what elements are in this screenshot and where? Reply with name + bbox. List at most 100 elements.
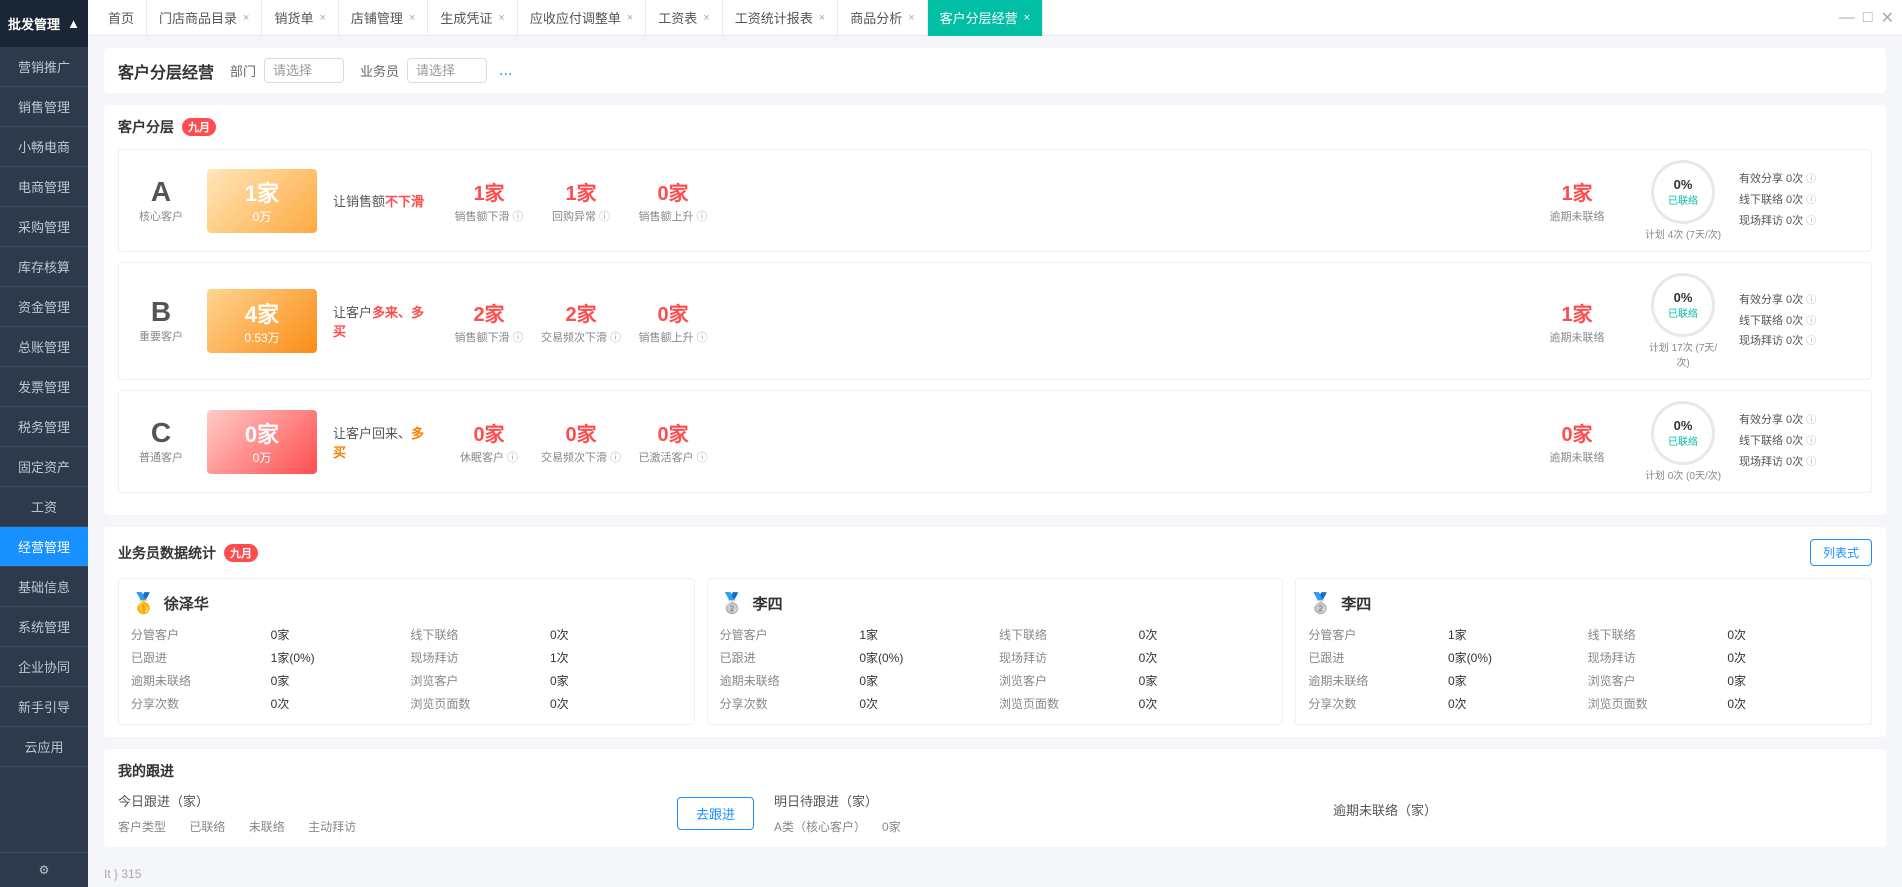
sidebar-settings[interactable]: ⚙ xyxy=(0,852,88,887)
sidebar-item-jingying[interactable]: 经营管理 xyxy=(0,527,88,567)
tab-close-sales-order[interactable]: × xyxy=(319,12,325,24)
staff-card-2: 🥈 李四 分管客户1家线下联络0次已跟进0家(0%)现场拜访0次逾期未联络0家浏… xyxy=(1295,578,1872,725)
tab-close-payroll-report[interactable]: × xyxy=(819,12,825,24)
sidebar-item-dianshang[interactable]: 电商管理 xyxy=(0,167,88,207)
staff-stat-label-0-3: 现场拜访 xyxy=(410,649,542,666)
tab-close-icon[interactable]: ✕ xyxy=(1881,8,1894,28)
staff-stat-link-1-5[interactable]: 0家 xyxy=(1139,674,1158,688)
tab-bar: 首页门店商品目录×销货单×店铺管理×生成凭证×应收应付调整单×工资表×工资统计报… xyxy=(88,0,1902,36)
sidebar-item-fapiao[interactable]: 发票管理 xyxy=(0,367,88,407)
staff-stat-link-0-5[interactable]: 0家 xyxy=(550,674,569,688)
staff-stat-value-2-1: 0次 xyxy=(1727,628,1746,642)
tier-label-c: C 普通客户 xyxy=(131,419,191,465)
tier-metrics-b: 2家 销售额下滑 ⓘ 2家 交易频次下滑 ⓘ 0家 销售额上升 ⓘ xyxy=(449,298,1511,345)
bottom-text: It } 315 xyxy=(104,859,1886,887)
staff-card-0: 🥇 徐泽华 分管客户0家线下联络0次已跟进1家(0%)现场拜访1次逾期未联络0家… xyxy=(118,578,695,725)
tier-metric-0-2: 0家 销售额上升 ⓘ xyxy=(633,177,713,224)
staff-stat-value-2-6: 0次 xyxy=(1448,697,1467,711)
staff-stat-link-2-2[interactable]: 0家(0%) xyxy=(1448,651,1492,665)
tab-voucher[interactable]: 生成凭证× xyxy=(428,0,517,36)
tab-close-voucher[interactable]: × xyxy=(498,12,504,24)
list-view-btn[interactable]: 列表式 xyxy=(1810,539,1872,566)
staff-name-2: 李四 xyxy=(1341,593,1371,614)
sidebar-header[interactable]: 批发管理 ▲ xyxy=(0,0,88,47)
sidebar-item-shuiwu[interactable]: 税务管理 xyxy=(0,407,88,447)
sidebar-item-jichu[interactable]: 基础信息 xyxy=(0,567,88,607)
tier-count-b: 4家 0.53万 xyxy=(207,289,317,353)
staff-stat-link-2-5[interactable]: 0家 xyxy=(1727,674,1746,688)
staff-stat-label-1-5: 浏览客户 xyxy=(999,672,1131,689)
tier-slogan-b: 让客户多来、多买 xyxy=(333,302,433,340)
staff-stat-label-0-1: 线下联络 xyxy=(410,626,542,643)
tab-close-customer-mgmt[interactable]: × xyxy=(1024,12,1030,24)
sidebar-item-yunyingyong[interactable]: 云应用 xyxy=(0,727,88,767)
sidebar-item-yingxiao[interactable]: 营销推广 xyxy=(0,47,88,87)
tab-payroll[interactable]: 工资表× xyxy=(646,0,722,36)
staff-stat-value-1-7: 0次 xyxy=(1139,697,1158,711)
staff-stat-value-1-3: 0次 xyxy=(1139,651,1158,665)
sidebar-item-xiaodian[interactable]: 小畅电商 xyxy=(0,127,88,167)
tier-count-a: 1家 0万 xyxy=(207,169,317,233)
staff-stat-value-0-1: 0次 xyxy=(550,628,569,642)
tab-close-goods-analysis[interactable]: × xyxy=(908,12,914,24)
staff-stat-value-2-7: 0次 xyxy=(1727,697,1746,711)
sidebar-item-xiaoshou[interactable]: 销售管理 xyxy=(0,87,88,127)
staff-stat-link-0-4[interactable]: 0家 xyxy=(271,674,290,688)
staff-stat-value-0-0: 0家 xyxy=(271,628,290,642)
sidebar-title: 批发管理 xyxy=(8,14,60,33)
tab-store-products[interactable]: 门店商品目录× xyxy=(147,0,262,36)
sidebar-item-zhangmu[interactable]: 总账管理 xyxy=(0,327,88,367)
tab-close-store-products[interactable]: × xyxy=(243,12,249,24)
goto-followup-btn[interactable]: 去跟进 xyxy=(677,797,754,830)
tab-close-payroll[interactable]: × xyxy=(703,12,709,24)
tab-home[interactable]: 首页 xyxy=(96,0,147,36)
tier-circle-b: 0% 已联络 计划 17次 (7天/次) xyxy=(1643,273,1723,369)
dept-label: 部门 xyxy=(230,61,256,80)
sidebar-item-xinshou[interactable]: 新手引导 xyxy=(0,687,88,727)
sidebar-item-gudingzichan[interactable]: 固定资产 xyxy=(0,447,88,487)
tab-minimize-icon[interactable]: — xyxy=(1839,9,1855,27)
staff-label: 业务员 xyxy=(360,61,399,80)
staff-filter: 业务员 请选择 ... xyxy=(360,58,512,83)
tab-goods-analysis[interactable]: 商品分析× xyxy=(838,0,927,36)
tier-circle-a: 0% 已联络 计划 4次 (7天/次) xyxy=(1643,160,1723,241)
tab-customer-mgmt[interactable]: 客户分层经营× xyxy=(928,0,1043,36)
tier-label-b: B 重要客户 xyxy=(131,298,191,344)
staff-stat-link-2-4[interactable]: 0家 xyxy=(1448,674,1467,688)
tab-close-receivable[interactable]: × xyxy=(627,12,633,24)
staff-stat-label-0-4: 逾期未联络 xyxy=(131,672,263,689)
dept-filter: 部门 请选择 xyxy=(230,58,344,83)
tab-payroll-report[interactable]: 工资统计报表× xyxy=(723,0,838,36)
staff-stat-link-1-4[interactable]: 0家 xyxy=(859,674,878,688)
sidebar-item-gongzi[interactable]: 工资 xyxy=(0,487,88,527)
tab-receivable[interactable]: 应收应付调整单× xyxy=(518,0,646,36)
staff-stat-link-1-2[interactable]: 0家(0%) xyxy=(859,651,903,665)
sidebar-item-caigou[interactable]: 采购管理 xyxy=(0,207,88,247)
tab-close-store-mgmt[interactable]: × xyxy=(409,12,415,24)
sidebar-item-kucun[interactable]: 库存核算 xyxy=(0,247,88,287)
tier-metrics-c: 0家 休眠客户 ⓘ 0家 交易频次下滑 ⓘ 0家 已激活客户 ⓘ xyxy=(449,418,1511,465)
staff-stat-link-0-2[interactable]: 1家(0%) xyxy=(271,651,315,665)
tier-right-stats-c: 有效分享 0次 ⓘ线下联络 0次 ⓘ现场拜访 0次 ⓘ xyxy=(1739,410,1859,473)
today-followup-content: 客户类型 已联络 未联络 主动拜访 xyxy=(118,818,657,835)
sidebar-item-xitong[interactable]: 系统管理 xyxy=(0,607,88,647)
dept-select[interactable]: 请选择 xyxy=(264,58,344,83)
tomorrow-followup-content: A类（核心客户） 0家 xyxy=(774,818,1313,835)
tier-overdue-b: 1家 逾期未联络 xyxy=(1527,298,1627,345)
more-filter-btn[interactable]: ... xyxy=(499,62,512,80)
tab-sales-order[interactable]: 销货单× xyxy=(262,0,338,36)
staff-stat-label-2-3: 现场拜访 xyxy=(1588,649,1720,666)
staff-stat-label-0-5: 浏览客户 xyxy=(410,672,542,689)
sidebar-item-zijin[interactable]: 资金管理 xyxy=(0,287,88,327)
sidebar-item-qiye[interactable]: 企业协同 xyxy=(0,647,88,687)
tab-store-mgmt[interactable]: 店铺管理× xyxy=(339,0,428,36)
tier-metric-0-0: 1家 销售额下滑 ⓘ xyxy=(449,177,529,224)
tomorrow-followup-card: 明日待跟进（家） A类（核心客户） 0家 xyxy=(774,791,1313,835)
staff-select[interactable]: 请选择 xyxy=(407,58,487,83)
sidebar: 批发管理 ▲ 营销推广销售管理小畅电商电商管理采购管理库存核算资金管理总账管理发… xyxy=(0,0,88,887)
customer-tier-section: 客户分层 九月 A 核心客户 1家 0万 让销售额不下滑 1家 销售额下滑 ⓘ … xyxy=(104,105,1886,515)
tab-maximize-icon[interactable]: □ xyxy=(1863,9,1873,27)
tier-slogan-c: 让客户回来、多买 xyxy=(333,423,433,461)
staff-stat-value-0-6: 0次 xyxy=(271,697,290,711)
sidebar-collapse-icon[interactable]: ▲ xyxy=(67,16,80,31)
